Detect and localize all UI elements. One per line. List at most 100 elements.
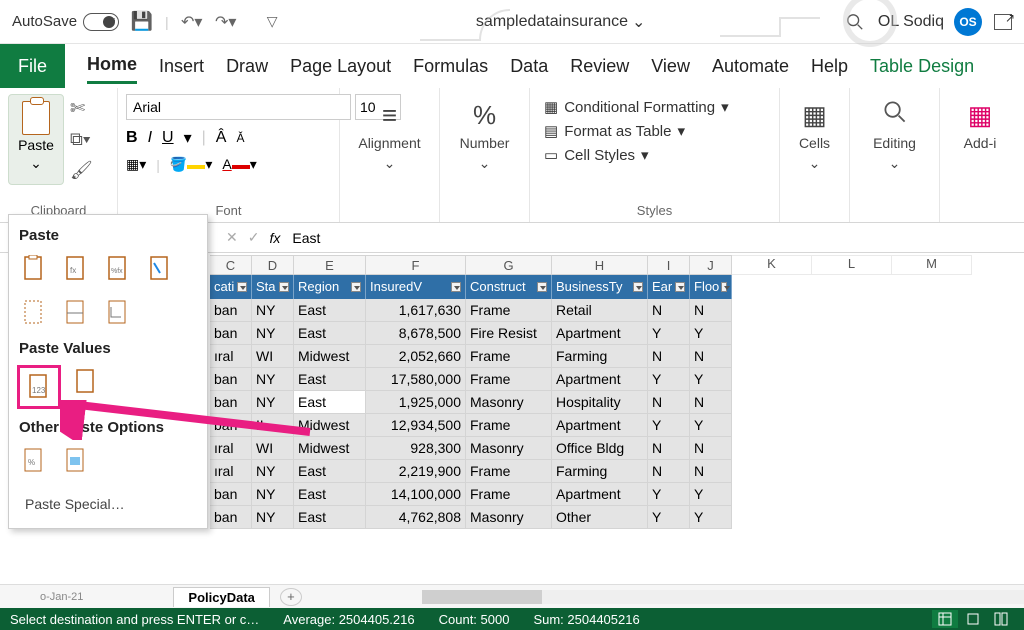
table-header-cell[interactable]: Sta [252, 275, 294, 299]
bold-button[interactable]: B [126, 129, 138, 147]
cell[interactable]: NY [252, 483, 294, 506]
table-header-cell[interactable]: BusinessTy [552, 275, 648, 299]
cell[interactable]: 17,580,000 [366, 368, 466, 391]
number-button[interactable]: % Number ⌄ [448, 94, 521, 178]
sheet-tab[interactable]: PolicyData [173, 587, 269, 607]
tab-formulas[interactable]: Formulas [413, 50, 488, 83]
cell[interactable]: Y [648, 483, 690, 506]
cell[interactable]: 12,934,500 [366, 414, 466, 437]
cell[interactable]: Masonry [466, 437, 552, 460]
cell[interactable]: Hospitality [552, 391, 648, 414]
font-color-button[interactable]: A▾ [222, 156, 256, 173]
cell[interactable]: Y [648, 368, 690, 391]
cell[interactable]: N [690, 460, 732, 483]
cell[interactable]: Frame [466, 345, 552, 368]
fx-icon[interactable]: fx [269, 230, 280, 246]
cell[interactable]: 928,300 [366, 437, 466, 460]
paste-values-icon[interactable]: 123 [22, 370, 56, 404]
cell[interactable]: 2,052,660 [366, 345, 466, 368]
cell[interactable]: N [690, 437, 732, 460]
cell[interactable]: NY [252, 460, 294, 483]
cell[interactable]: Y [648, 414, 690, 437]
cell[interactable]: Frame [466, 460, 552, 483]
cells-button[interactable]: ▦ Cells⌄ [788, 94, 841, 178]
cell[interactable]: 4,762,808 [366, 506, 466, 529]
window-restore-icon[interactable]: ↗ [994, 14, 1012, 30]
cell[interactable]: East [294, 368, 366, 391]
col-letter[interactable]: I [648, 255, 690, 275]
tab-page-layout[interactable]: Page Layout [290, 50, 391, 83]
table-header-cell[interactable]: Region [294, 275, 366, 299]
col-letter[interactable]: G [466, 255, 552, 275]
cell[interactable]: Apartment [552, 322, 648, 345]
add-sheet-button[interactable]: + [280, 588, 302, 606]
paste-no-border-icon[interactable] [17, 296, 51, 330]
format-as-table-button[interactable]: ▤Format as Table▾ [544, 122, 765, 140]
user-area[interactable]: OL Sodiq OS [878, 8, 982, 36]
col-letter[interactable]: F [366, 255, 466, 275]
cell[interactable]: East [294, 506, 366, 529]
tab-insert[interactable]: Insert [159, 50, 204, 83]
autosave-toggle[interactable]: AutoSave Off [12, 13, 119, 31]
save-icon[interactable]: 💾 [131, 11, 153, 33]
cell[interactable]: Frame [466, 368, 552, 391]
cell[interactable]: ban [210, 483, 252, 506]
conditional-formatting-button[interactable]: ▦Conditional Formatting▾ [544, 98, 765, 116]
col-letter[interactable]: K [732, 255, 812, 275]
cell[interactable]: N [648, 437, 690, 460]
cell[interactable]: ban [210, 299, 252, 322]
paste-formatting-icon[interactable]: % [17, 444, 51, 478]
cell[interactable]: Frame [466, 483, 552, 506]
copy-icon[interactable]: ⧉▾ [70, 129, 93, 150]
fill-color-button[interactable]: 🪣▾ [170, 156, 212, 173]
cell[interactable]: 1,925,000 [366, 391, 466, 414]
table-header-cell[interactable]: cati [210, 275, 252, 299]
undo-icon[interactable]: ↶▾ [181, 11, 203, 33]
cell[interactable]: Masonry [466, 506, 552, 529]
cut-icon[interactable]: ✄ [70, 98, 93, 119]
tab-review[interactable]: Review [570, 50, 629, 83]
paste-formulas-icon[interactable]: fx [59, 252, 93, 286]
cell[interactable]: 1,617,630 [366, 299, 466, 322]
decrease-font-icon[interactable]: Ǎ [236, 131, 244, 145]
paste-picture-icon[interactable] [59, 444, 93, 478]
cell[interactable]: ban [210, 322, 252, 345]
cell[interactable]: Y [690, 483, 732, 506]
cell[interactable]: East [294, 483, 366, 506]
cell[interactable]: NY [252, 368, 294, 391]
borders-button[interactable]: ▦▾ [126, 156, 146, 173]
formula-input[interactable] [290, 228, 1018, 248]
cell[interactable]: East [294, 460, 366, 483]
filter-icon[interactable] [279, 282, 289, 292]
cell[interactable]: NY [252, 322, 294, 345]
cell[interactable]: Apartment [552, 483, 648, 506]
cell[interactable]: NY [252, 299, 294, 322]
cell[interactable]: Other [552, 506, 648, 529]
h-scroll-thumb[interactable] [422, 590, 542, 604]
cell[interactable]: N [648, 345, 690, 368]
cell[interactable]: Farming [552, 345, 648, 368]
filter-icon[interactable] [633, 282, 643, 292]
tab-draw[interactable]: Draw [226, 50, 268, 83]
col-letter[interactable]: D [252, 255, 294, 275]
cell[interactable]: Retail [552, 299, 648, 322]
cell[interactable]: ban [210, 368, 252, 391]
tab-data[interactable]: Data [510, 50, 548, 83]
cell[interactable]: WI [252, 437, 294, 460]
filter-icon[interactable] [451, 282, 461, 292]
cell[interactable]: N [690, 391, 732, 414]
increase-font-icon[interactable]: Â [216, 129, 227, 147]
h-scrollbar[interactable] [422, 590, 1024, 604]
cell[interactable]: Apartment [552, 368, 648, 391]
cell[interactable]: N [648, 391, 690, 414]
cell[interactable]: WI [252, 345, 294, 368]
cell[interactable]: Y [648, 506, 690, 529]
cell[interactable]: Frame [466, 299, 552, 322]
underline-button[interactable]: U [162, 129, 174, 147]
cell[interactable]: Midwest [294, 437, 366, 460]
cell[interactable]: Masonry [466, 391, 552, 414]
table-header-cell[interactable]: Floo [690, 275, 732, 299]
view-page-break[interactable] [988, 610, 1014, 628]
cell[interactable]: 8,678,500 [366, 322, 466, 345]
col-letter[interactable]: E [294, 255, 366, 275]
